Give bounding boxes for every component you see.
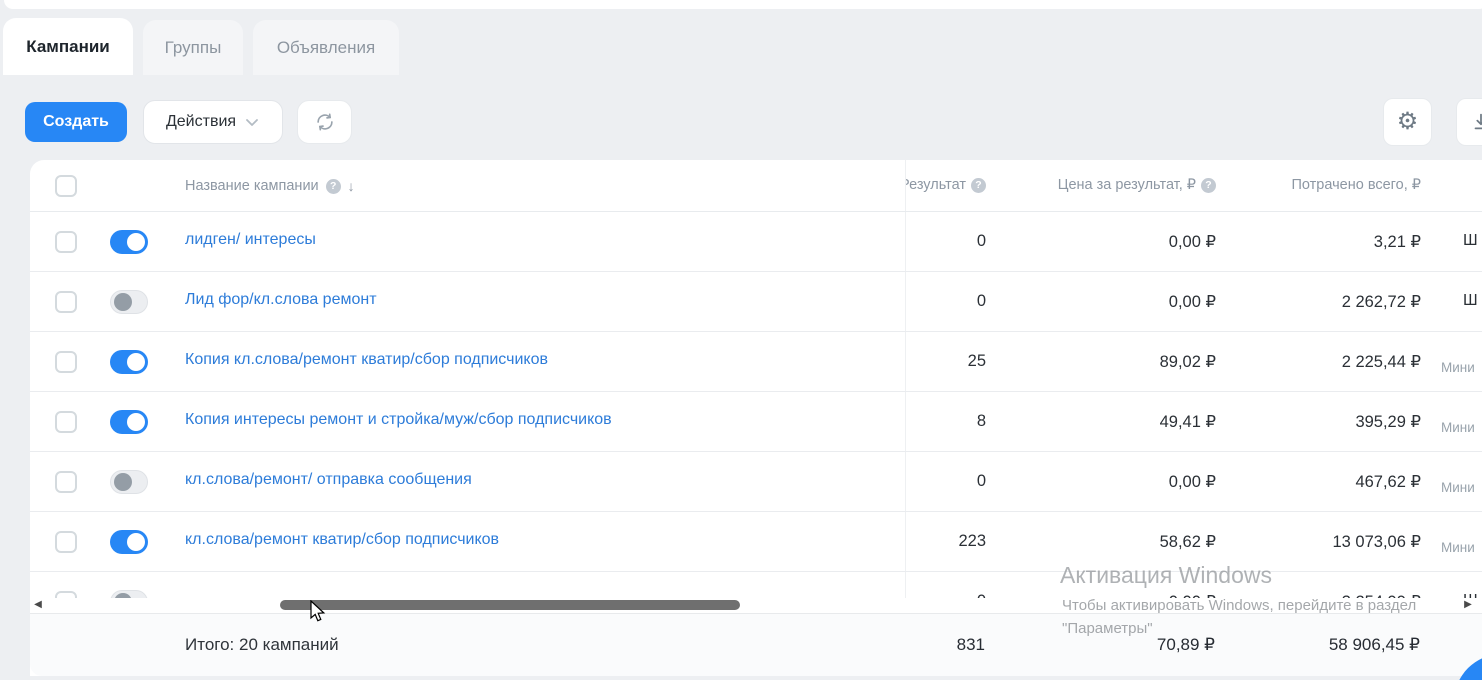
toggle-knob — [127, 533, 145, 551]
gear-icon: ⚙ — [1396, 108, 1419, 135]
refresh-icon — [314, 111, 336, 133]
table-footer-row: Итого: 20 кампаний 831 70,89 ₽ 58 906,45… — [30, 613, 1482, 676]
table-row: лидген/ интересы 0 0,00 ₽ 3,21 ₽ Ш — [30, 212, 1482, 272]
price-value: 89,02 ₽ — [1159, 353, 1216, 371]
bid-strategy-fragment: Мини — [1441, 360, 1475, 375]
campaigns-table: Название кампании Результат Цена за резу… — [30, 160, 1482, 676]
price-value: 0,00 ₽ — [1168, 473, 1216, 491]
refresh-button[interactable] — [297, 100, 352, 144]
actions-dropdown-button[interactable]: Действия — [143, 100, 283, 144]
price-value: 0,00 ₽ — [1168, 293, 1216, 311]
row-checkbox[interactable] — [55, 471, 77, 493]
row-checkbox[interactable] — [55, 231, 77, 253]
create-button[interactable]: Создать — [25, 102, 127, 142]
table-body: лидген/ интересы 0 0,00 ₽ 3,21 ₽ Ш Лид ф… — [30, 212, 1482, 598]
table-row: Лид фор/кл.слова ремонт 0 0,00 ₽ 2 262,7… — [30, 272, 1482, 332]
bid-strategy-fragment: Мини — [1441, 480, 1475, 495]
price-value: 0,00 ₽ — [1168, 233, 1216, 251]
scroll-left-arrow-icon[interactable] — [32, 599, 44, 611]
chevron-down-icon — [244, 114, 260, 130]
tab-ads[interactable]: Объявления — [253, 20, 399, 75]
result-value: 223 — [958, 532, 986, 550]
tab-campaigns-label: Кампании — [26, 36, 110, 56]
campaigns-screen: Кампании Группы Объявления Создать Дейст… — [0, 0, 1482, 680]
download-icon — [1470, 111, 1482, 133]
settings-button[interactable]: ⚙ — [1383, 98, 1432, 146]
tab-groups[interactable]: Группы — [143, 20, 243, 75]
toggle-knob — [127, 413, 145, 431]
campaign-toggle[interactable] — [110, 470, 148, 494]
horizontal-scrollbar[interactable] — [30, 598, 1482, 613]
column-header-name: Название кампании — [185, 178, 319, 194]
scrollbar-thumb[interactable] — [280, 600, 740, 610]
row-checkbox[interactable] — [55, 291, 77, 313]
result-value: 8 — [976, 412, 986, 430]
top-panel-edge — [4, 0, 1482, 9]
row-checkbox[interactable] — [55, 591, 77, 598]
price-value: 58,62 ₽ — [1159, 533, 1216, 551]
row-checkbox[interactable] — [55, 531, 77, 553]
total-price-value: 70,89 ₽ — [1156, 635, 1215, 654]
sort-down-icon[interactable] — [348, 178, 355, 195]
spent-value: 13 073,06 ₽ — [1332, 533, 1422, 551]
toggle-knob — [114, 473, 132, 491]
help-icon[interactable] — [1201, 177, 1216, 193]
toggle-knob — [127, 233, 145, 251]
spent-value: 2 225,44 ₽ — [1341, 353, 1421, 371]
column-header-spent: Потрачено всего, ₽ — [1291, 177, 1421, 193]
result-value: 0 — [976, 472, 986, 490]
table-header-row: Название кампании Результат Цена за резу… — [30, 160, 1482, 212]
row-checkbox[interactable] — [55, 351, 77, 373]
scroll-right-arrow-icon[interactable] — [1462, 599, 1474, 611]
total-result-value: 831 — [956, 635, 985, 654]
table-row: 0 0,00 ₽ 3 254,99 ₽ Ш — [30, 572, 1482, 598]
result-value: 0 — [976, 232, 986, 250]
table-row: кл.слова/ремонт/ отправка сообщения 0 0,… — [30, 452, 1482, 512]
toggle-knob — [127, 353, 145, 371]
table-row: Копия интересы ремонт и стройка/муж/сбор… — [30, 392, 1482, 452]
campaign-toggle[interactable] — [110, 530, 148, 554]
bid-strategy-fragment: Ш — [1463, 292, 1478, 309]
table-row: Копия кл.слова/ремонт кватир/сбор подпис… — [30, 332, 1482, 392]
help-icon[interactable] — [971, 177, 986, 193]
price-value: 49,41 ₽ — [1159, 413, 1216, 431]
result-value: 0 — [976, 292, 986, 310]
select-all-checkbox[interactable] — [55, 175, 77, 197]
campaign-toggle[interactable] — [110, 410, 148, 434]
bid-strategy-fragment: Мини — [1441, 540, 1475, 555]
spent-value: 3,21 ₽ — [1373, 233, 1421, 251]
campaign-name-link[interactable]: Лид фор/кл.слова ремонт — [185, 291, 377, 309]
totals-label: Итого: 20 кампаний — [185, 635, 339, 654]
column-header-result: Результат — [905, 177, 966, 193]
campaign-toggle[interactable] — [110, 230, 148, 254]
bid-strategy-fragment: Мини — [1441, 420, 1475, 435]
table-row: кл.слова/ремонт кватир/сбор подписчиков … — [30, 512, 1482, 572]
spent-value: 2 262,72 ₽ — [1341, 293, 1421, 311]
bid-strategy-fragment: Ш — [1463, 232, 1478, 249]
campaign-name-link[interactable]: лидген/ интересы — [185, 231, 316, 249]
row-checkbox[interactable] — [55, 411, 77, 433]
campaign-name-link[interactable]: кл.слова/ремонт/ отправка сообщения — [185, 471, 472, 489]
total-spent-value: 58 906,45 ₽ — [1328, 635, 1420, 654]
column-header-price: Цена за результат, ₽ — [1057, 177, 1196, 193]
toggle-knob — [114, 293, 132, 311]
export-button[interactable] — [1456, 98, 1482, 146]
campaign-toggle[interactable] — [110, 590, 148, 598]
tab-ads-label: Объявления — [276, 37, 376, 57]
campaign-name-link[interactable]: Копия интересы ремонт и стройка/муж/сбор… — [185, 411, 612, 429]
help-icon[interactable] — [325, 178, 341, 194]
result-value: 25 — [967, 352, 986, 370]
create-button-label: Создать — [43, 113, 109, 130]
campaign-toggle[interactable] — [110, 290, 148, 314]
spent-value: 395,29 ₽ — [1355, 413, 1421, 431]
spent-value: 467,62 ₽ — [1355, 473, 1421, 491]
actions-button-label: Действия — [165, 113, 237, 130]
campaign-toggle[interactable] — [110, 350, 148, 374]
campaign-name-link[interactable]: кл.слова/ремонт кватир/сбор подписчиков — [185, 531, 499, 549]
tab-campaigns[interactable]: Кампании — [3, 18, 133, 75]
campaign-name-link[interactable]: Копия кл.слова/ремонт кватир/сбор подпис… — [185, 351, 548, 369]
tab-groups-label: Группы — [164, 37, 222, 57]
